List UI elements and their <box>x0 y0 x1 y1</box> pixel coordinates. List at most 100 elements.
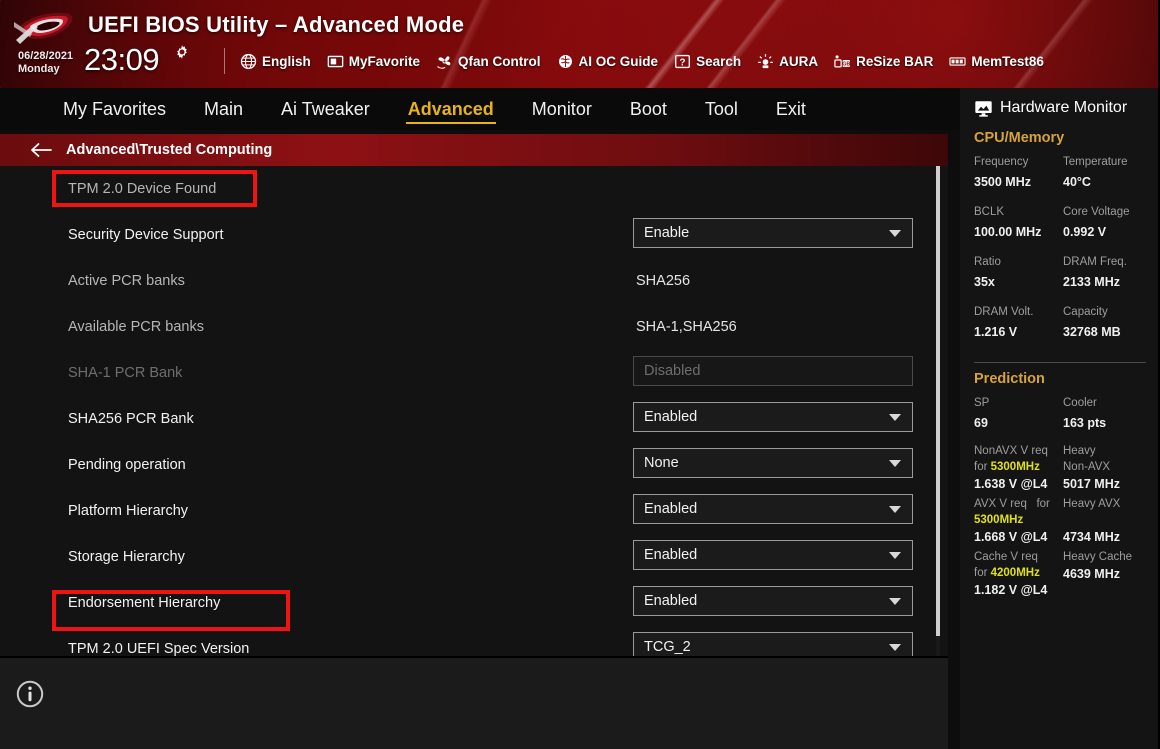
setting-dropdown[interactable]: Enable <box>633 218 913 248</box>
hw-value: 1.216 V <box>974 325 1018 339</box>
globe-icon <box>240 53 257 69</box>
nonavx-freq: 5300MHz <box>990 461 1040 473</box>
avx-key: AVX V req for <box>974 496 1057 512</box>
hw-key: Capacity <box>1063 306 1108 318</box>
hw-key: Temperature <box>1063 156 1128 168</box>
tab-advanced[interactable]: Advanced <box>389 95 513 124</box>
dropdown-value: Enable <box>644 225 690 241</box>
toolbar-item-english[interactable]: English <box>240 53 311 70</box>
nonavx-left: NonAVX V req for 5300MHz 1.638 V @L4 <box>974 443 1057 494</box>
chevron-down-icon <box>889 460 901 467</box>
hardware-monitor-panel: Hardware Monitor CPU/Memory Frequency Te… <box>960 88 1160 749</box>
toolbar-item-myfavorite[interactable]: MyFavorite <box>327 53 420 70</box>
dropdown-value: TCG_2 <box>644 639 691 655</box>
toolbar-label: Qfan Control <box>458 53 541 69</box>
setting-label: SHA-1 PCR Bank <box>68 365 183 381</box>
avx-right: Heavy AVX 4734 MHz <box>1063 496 1146 547</box>
tab-main[interactable]: Main <box>185 95 262 124</box>
heavy-nonavx-key-b: Non-AVX <box>1063 461 1111 473</box>
footer-bar <box>0 658 948 749</box>
hw-value: 32768 MB <box>1063 325 1121 339</box>
tab-ai-tweaker[interactable]: Ai Tweaker <box>262 95 389 124</box>
settings-scrollbar[interactable] <box>936 166 940 656</box>
tab-monitor[interactable]: Monitor <box>513 95 611 124</box>
toolbar-item-resize-bar[interactable]: GB ReSize BAR <box>834 53 933 70</box>
hardware-monitor-title: Hardware Monitor <box>1000 99 1128 116</box>
dropdown-value: Disabled <box>644 363 701 379</box>
hw-section-prediction: Prediction <box>974 371 1045 387</box>
setting-dropdown[interactable]: TCG_2 <box>633 632 913 656</box>
date-display: 06/28/2021 Monday <box>18 50 73 76</box>
toolbar-item-memtest86[interactable]: MemTest86 <box>949 53 1044 70</box>
avx-freq: 5300MHz <box>974 514 1024 526</box>
heavy-cache-value: 4639 MHz <box>1063 567 1120 581</box>
setting-dropdown[interactable]: Enabled <box>633 402 913 432</box>
cache-value: 1.182 V @L4 <box>974 583 1048 597</box>
toolbar-label: Search <box>696 53 742 69</box>
chevron-down-icon <box>889 598 901 605</box>
back-arrow-icon[interactable] <box>30 142 52 158</box>
hw-key: Frequency <box>974 156 1029 168</box>
hw-value: 100.00 MHz <box>974 225 1042 239</box>
toolbar-item-aura[interactable]: AURA <box>757 53 818 70</box>
toolbar-item-search[interactable]: ? Search <box>674 53 741 70</box>
setting-row: Available PCR banks SHA-1,SHA256 <box>0 304 948 350</box>
hw-value: 69 <box>974 416 988 430</box>
setting-row: Security Device Support Enable <box>0 212 948 258</box>
hw-section-cpu-memory: CPU/Memory <box>974 130 1065 146</box>
setting-row: TPM 2.0 UEFI Spec Version TCG_2 <box>0 626 948 656</box>
setting-label: Available PCR banks <box>68 319 204 335</box>
hardware-monitor-header: Hardware Monitor <box>974 88 1146 122</box>
hw-key: DRAM Volt. <box>974 306 1034 318</box>
svg-text:GB: GB <box>842 61 850 67</box>
cache-right: Heavy Cache 4639 MHz <box>1063 549 1146 600</box>
hw-value: 3500 MHz <box>974 175 1031 189</box>
chevron-down-icon <box>889 552 901 559</box>
tab-boot[interactable]: Boot <box>611 95 686 124</box>
heavy-avx-key: Heavy AVX <box>1063 498 1121 510</box>
setting-dropdown[interactable]: Enabled <box>633 540 913 570</box>
header-toolbar: English MyFavorite Qfan Control AI OC Gu… <box>240 48 1044 74</box>
setting-dropdown[interactable]: None <box>633 448 913 478</box>
chevron-down-icon <box>889 230 901 237</box>
setting-label: Active PCR banks <box>68 273 185 289</box>
nonavx-for: for <box>974 461 988 473</box>
fan-icon <box>437 55 451 69</box>
cache-for: for <box>974 567 988 579</box>
cache-key: Cache V req <box>974 551 1038 563</box>
avx-left: AVX V req for 5300MHz 1.668 V @L4 <box>974 496 1057 547</box>
setting-row: SHA256 PCR Bank Enabled <box>0 396 948 442</box>
hw-key: Core Voltage <box>1063 206 1130 218</box>
resize-bar-icon: GB <box>834 54 851 68</box>
setting-value-text: SHA-1,SHA256 <box>636 319 737 335</box>
gear-icon[interactable] <box>174 44 190 60</box>
day-value: Monday <box>18 63 60 75</box>
tab-my-favorites[interactable]: My Favorites <box>44 95 185 124</box>
nonavx-right: Heavy Non-AVX 5017 MHz <box>1063 443 1146 494</box>
tab-tool[interactable]: Tool <box>686 95 757 124</box>
hw-key: SP <box>974 397 990 409</box>
setting-row: Platform Hierarchy Enabled <box>0 488 948 534</box>
aura-light-icon <box>758 53 773 68</box>
setting-dropdown[interactable]: Enabled <box>633 586 913 616</box>
setting-dropdown[interactable]: Enabled <box>633 494 913 524</box>
cache-freq: 4200MHz <box>990 567 1040 579</box>
info-circle-icon[interactable] <box>16 680 44 708</box>
setting-dropdown: Disabled <box>633 356 913 386</box>
brain-icon <box>558 54 572 68</box>
tab-exit[interactable]: Exit <box>757 95 825 124</box>
chevron-down-icon <box>889 506 901 513</box>
heavy-nonavx-value: 5017 MHz <box>1063 477 1120 491</box>
hw-value: 163 pts <box>1063 416 1107 430</box>
header-bar: UEFI BIOS Utility – Advanced Mode 06/28/… <box>0 0 1160 88</box>
toolbar-label: MyFavorite <box>348 53 421 69</box>
scrollbar-thumb[interactable] <box>936 166 940 636</box>
page-title: UEFI BIOS Utility – Advanced Mode <box>88 12 465 37</box>
toolbar-item-qfan-control[interactable]: Qfan Control <box>436 53 541 70</box>
heavy-avx-value: 4734 MHz <box>1063 530 1120 544</box>
toolbar-item-ai-oc-guide[interactable]: AI OC Guide <box>557 53 658 70</box>
avx-key-text: AVX V req <box>974 498 1027 510</box>
hw-value: 35x <box>974 275 995 289</box>
svg-text:?: ? <box>680 57 686 68</box>
cache-freq-line: for 4200MHz <box>974 565 1057 581</box>
